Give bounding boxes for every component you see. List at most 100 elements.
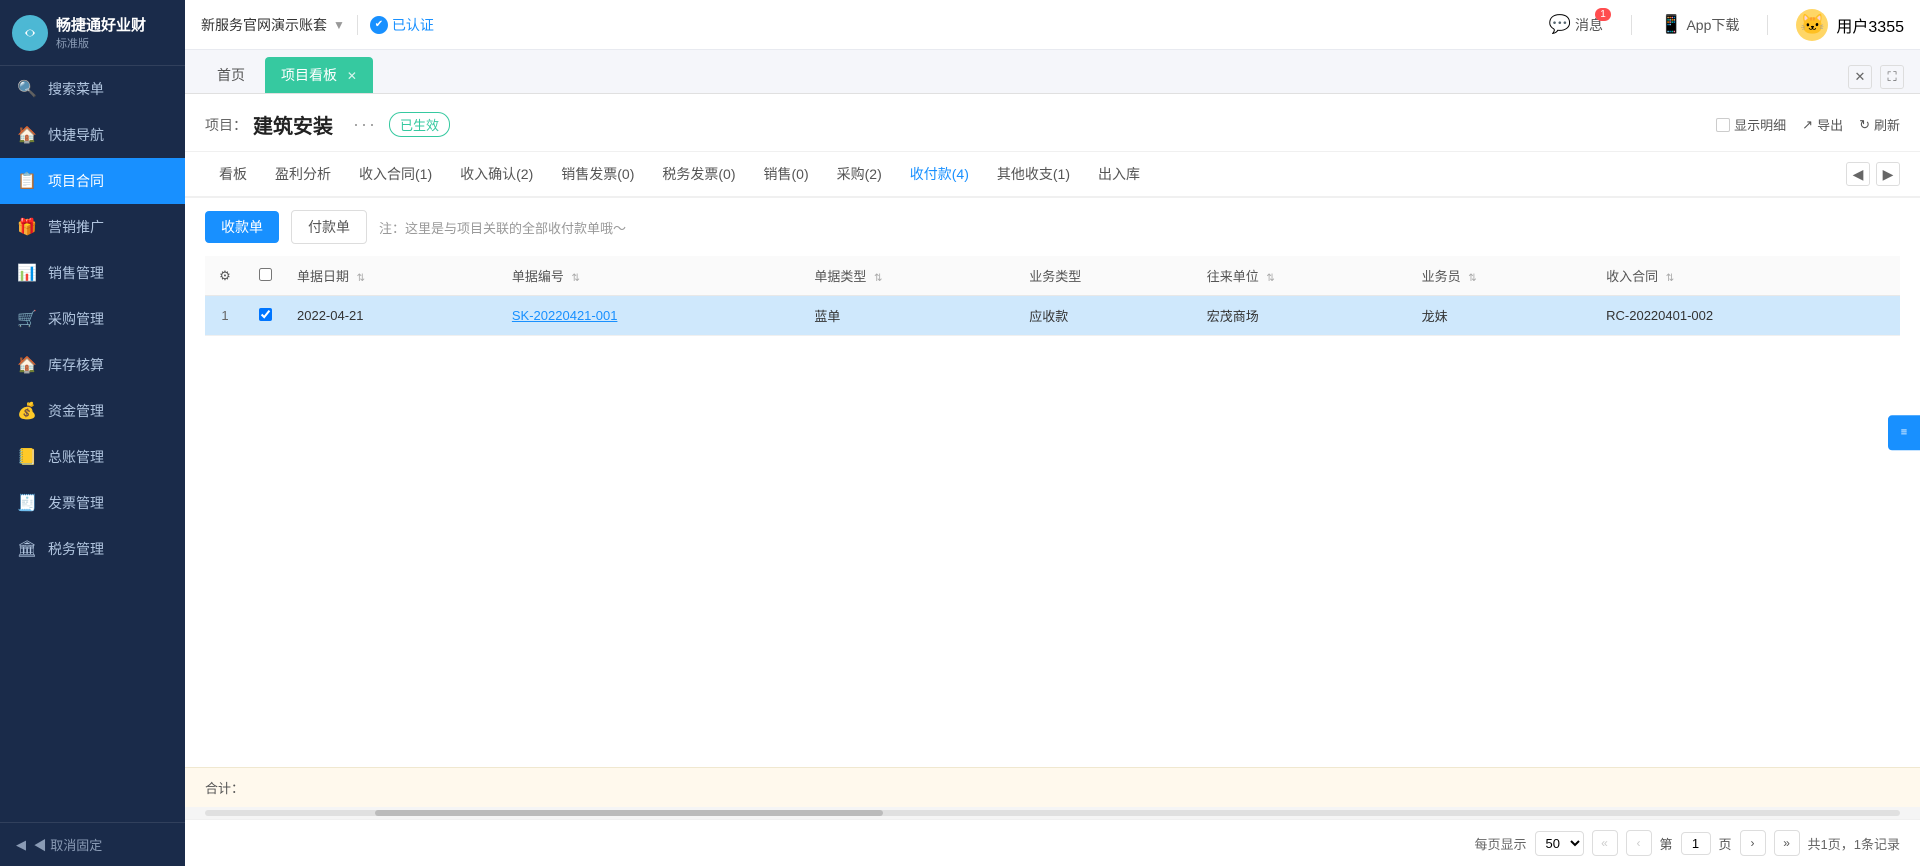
account-dropdown-icon: ▼: [333, 18, 345, 32]
page-prev-btn[interactable]: ‹: [1626, 830, 1652, 856]
page-first-btn[interactable]: «: [1592, 830, 1618, 856]
refresh-icon: ↻: [1859, 117, 1870, 133]
income-contract-sort-icon[interactable]: ⇅: [1666, 273, 1674, 284]
number-sort-icon[interactable]: ⇅: [572, 273, 580, 284]
sub-tab-purchase[interactable]: 采购(2): [823, 152, 896, 198]
sidebar-label-purchase: 采购管理: [48, 309, 104, 329]
sub-tab-sales[interactable]: 销售(0): [750, 152, 823, 198]
sub-tab-kanban[interactable]: 看板: [205, 152, 261, 198]
scrollbar-track: [205, 810, 1900, 816]
sidebar-item-quicknav[interactable]: 🏠 快捷导航: [0, 112, 185, 158]
sub-tab-income-confirm[interactable]: 收入确认(2): [446, 152, 547, 198]
table-container: ⚙ 单据日期 ⇅ 单据编号 ⇅: [185, 256, 1920, 767]
th-gear[interactable]: ⚙: [205, 256, 245, 296]
sub-tab-next-btn[interactable]: ▶: [1876, 162, 1900, 186]
show-detail-checkbox[interactable]: [1716, 118, 1730, 132]
sidebar-item-inventory[interactable]: 🏠 库存核算: [0, 342, 185, 388]
sidebar-logo: 畅捷通好业财 标准版: [0, 0, 185, 66]
sidebar-icon-marketing: 🎁: [16, 216, 38, 238]
salesman-sort-icon[interactable]: ⇅: [1468, 273, 1476, 284]
project-header: 项目： 建筑安装 ··· 已生效 显示明细 ↗ 导出 ↻ 刷新: [185, 94, 1920, 152]
th-type: 单据类型 ⇅: [802, 256, 1017, 296]
refresh-btn[interactable]: ↻ 刷新: [1859, 115, 1900, 134]
per-page-select[interactable]: 50: [1535, 831, 1584, 856]
sub-tab-sales-invoice[interactable]: 销售发票(0): [547, 152, 648, 198]
tab-home[interactable]: 首页: [201, 57, 261, 93]
topbar: 新服务官网演示账套 ▼ ✔ 已认证 💬 消息 1 📱 App下载 🐱 用户335…: [185, 0, 1920, 50]
sidebar-item-sales[interactable]: 📊 销售管理: [0, 250, 185, 296]
row-partner: 宏茂商场: [1195, 296, 1410, 336]
th-checkbox[interactable]: [245, 256, 285, 296]
select-all-checkbox[interactable]: [259, 268, 272, 281]
page-suffix: 页: [1719, 834, 1732, 853]
sub-tab-receipts[interactable]: 收付款(4): [896, 152, 983, 198]
sidebar-icon-purchase: 🛒: [16, 308, 38, 330]
sidebar-logo-text: 畅捷通好业财 标准版: [56, 14, 146, 51]
date-sort-icon[interactable]: ⇅: [357, 273, 365, 284]
total-label: 合计：: [205, 781, 244, 796]
topbar-messages[interactable]: 💬 消息 1: [1549, 14, 1603, 35]
pagination: 每页显示 50 « ‹ 第 页 › » 共1页，1条记录: [185, 819, 1920, 866]
th-biz-type: 业务类型: [1017, 256, 1194, 296]
export-btn[interactable]: ↗ 导出: [1802, 115, 1843, 134]
sidebar-icon-invoice: 🧾: [16, 492, 38, 514]
table-row[interactable]: 1 2022-04-21 SK-20220421-001 蓝单 应收款 宏茂商场…: [205, 296, 1900, 336]
sub-tab-tax-invoice[interactable]: 税务发票(0): [648, 152, 749, 198]
page-last-btn[interactable]: »: [1774, 830, 1800, 856]
sub-tab-prev-btn[interactable]: ◀: [1846, 162, 1870, 186]
phone-icon: 📱: [1660, 14, 1682, 35]
sidebar-item-search[interactable]: 🔍 搜索菜单: [0, 66, 185, 112]
receipt-btn[interactable]: 收款单: [205, 211, 279, 243]
sidebar-pin-toggle[interactable]: ◀ ◀ 取消固定: [0, 822, 185, 866]
sidebar-item-marketing[interactable]: 🎁 营销推广: [0, 204, 185, 250]
row-select-checkbox[interactable]: [259, 308, 272, 321]
sub-tab-profit[interactable]: 盈利分析: [261, 152, 345, 198]
th-salesman: 业务员 ⇅: [1410, 256, 1595, 296]
row-number[interactable]: SK-20220421-001: [500, 296, 802, 336]
sidebar-item-ledger[interactable]: 📒 总账管理: [0, 434, 185, 480]
sidebar: 畅捷通好业财 标准版 🔍 搜索菜单 🏠 快捷导航 📋 项目合同 🎁 营销推广 📊…: [0, 0, 185, 866]
fab-right-btn[interactable]: ≡: [1888, 415, 1920, 450]
tab-close-icon[interactable]: ✕: [347, 69, 357, 83]
show-detail-toggle[interactable]: 显示明细: [1716, 115, 1786, 134]
row-checkbox[interactable]: [245, 296, 285, 336]
topbar-account[interactable]: 新服务官网演示账套 ▼: [201, 15, 345, 35]
user-avatar: 🐱: [1796, 9, 1828, 41]
sub-tab-other-expense[interactable]: 其他收支(1): [983, 152, 1084, 198]
sidebar-item-finance[interactable]: 💰 资金管理: [0, 388, 185, 434]
user-label: 用户3355: [1836, 13, 1904, 37]
partner-sort-icon[interactable]: ⇅: [1266, 273, 1274, 284]
tabbar: 首页 项目看板 ✕ ✕ ⛶: [185, 50, 1920, 94]
sidebar-label-inventory: 库存核算: [48, 355, 104, 375]
sidebar-item-purchase[interactable]: 🛒 采购管理: [0, 296, 185, 342]
row-number-link[interactable]: SK-20220421-001: [512, 308, 618, 323]
scrollbar-thumb[interactable]: [375, 810, 884, 816]
tab-project-board[interactable]: 项目看板 ✕: [265, 57, 373, 93]
sidebar-item-contract[interactable]: 📋 项目合同: [0, 158, 185, 204]
sidebar-item-invoice[interactable]: 🧾 发票管理: [0, 480, 185, 526]
page-next-btn[interactable]: ›: [1740, 830, 1766, 856]
sub-tab-inout[interactable]: 出入库: [1084, 152, 1154, 198]
sidebar-icon-quicknav: 🏠: [16, 124, 38, 146]
sidebar-item-tax[interactable]: 🏛 税务管理: [0, 526, 185, 572]
table-body: 1 2022-04-21 SK-20220421-001 蓝单 应收款 宏茂商场…: [205, 296, 1900, 336]
page-number-input[interactable]: [1681, 832, 1711, 855]
project-more-btn[interactable]: ···: [353, 114, 377, 135]
gear-icon: ⚙: [219, 268, 231, 283]
sidebar-logo-title: 畅捷通好业财: [56, 14, 146, 35]
sidebar-icon-finance: 💰: [16, 400, 38, 422]
export-icon: ↗: [1802, 117, 1813, 133]
topbar-user[interactable]: 🐱 用户3355: [1796, 9, 1904, 41]
sub-tab-income-contract[interactable]: 收入合同(1): [345, 152, 446, 198]
certified-icon: ✔: [370, 16, 388, 34]
window-close-btn[interactable]: ✕: [1848, 65, 1872, 89]
topbar-app-download[interactable]: 📱 App下载: [1660, 14, 1739, 35]
total-row: 合计：: [185, 767, 1920, 807]
window-maximize-btn[interactable]: ⛶: [1880, 65, 1904, 89]
type-sort-icon[interactable]: ⇅: [874, 273, 882, 284]
horizontal-scrollbar[interactable]: [185, 807, 1920, 819]
row-income-contract: RC-20220401-002: [1594, 296, 1900, 336]
payment-btn[interactable]: 付款单: [291, 210, 367, 244]
sidebar-pin-label: ◀ 取消固定: [34, 835, 103, 854]
page-total-info: 共1页，1条记录: [1808, 834, 1900, 853]
